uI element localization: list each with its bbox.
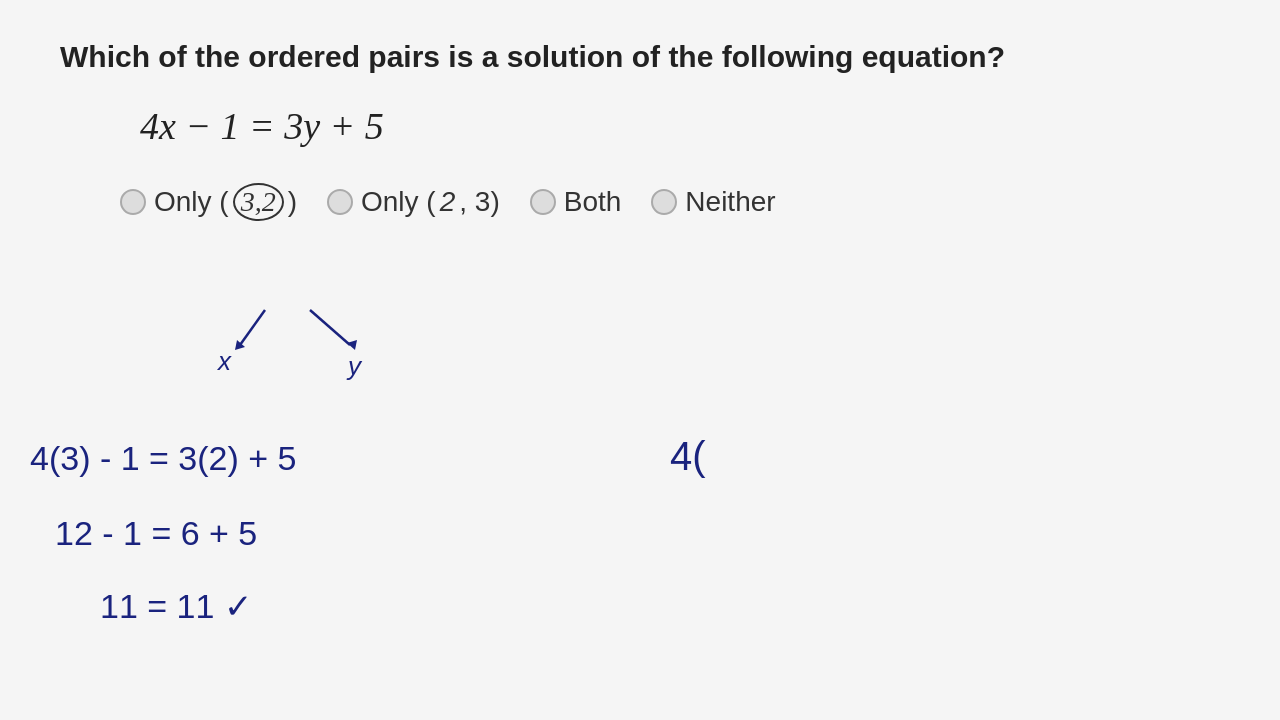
- svg-text:4(3) - 1 = 3(2) + 5: 4(3) - 1 = 3(2) + 5: [30, 439, 296, 477]
- svg-text:11  =  11 ✓: 11 = 11 ✓: [100, 587, 252, 625]
- svg-text:x: x: [216, 346, 232, 376]
- svg-text:4(: 4(: [670, 434, 706, 478]
- svg-text:12 - 1  =  6 + 5: 12 - 1 = 6 + 5: [55, 514, 257, 552]
- option-2-label: Only (2, 3): [361, 186, 500, 218]
- option-3[interactable]: Both: [530, 186, 622, 218]
- slide: Which of the ordered pairs is a solution…: [0, 0, 1280, 720]
- option-2[interactable]: Only (2, 3): [327, 186, 500, 218]
- option-4-label: Neither: [685, 186, 775, 218]
- svg-marker-1: [235, 340, 245, 350]
- option-4[interactable]: Neither: [651, 186, 775, 218]
- svg-line-2: [310, 310, 350, 345]
- option-1[interactable]: Only (3,2): [120, 183, 297, 221]
- radio-4[interactable]: [651, 189, 677, 215]
- radio-3[interactable]: [530, 189, 556, 215]
- option-1-label: Only (3,2): [154, 183, 297, 221]
- svg-line-0: [240, 310, 265, 345]
- radio-2[interactable]: [327, 189, 353, 215]
- svg-marker-3: [347, 340, 357, 350]
- equation: 4x − 1 = 3y + 5: [140, 104, 1220, 148]
- option-3-label: Both: [564, 186, 622, 218]
- radio-1[interactable]: [120, 189, 146, 215]
- options-container: Only (3,2) Only (2, 3) Both Neither: [120, 183, 1220, 221]
- circled-32: 3,2: [233, 183, 284, 221]
- question-text: Which of the ordered pairs is a solution…: [60, 40, 1220, 74]
- svg-text:y: y: [346, 351, 363, 381]
